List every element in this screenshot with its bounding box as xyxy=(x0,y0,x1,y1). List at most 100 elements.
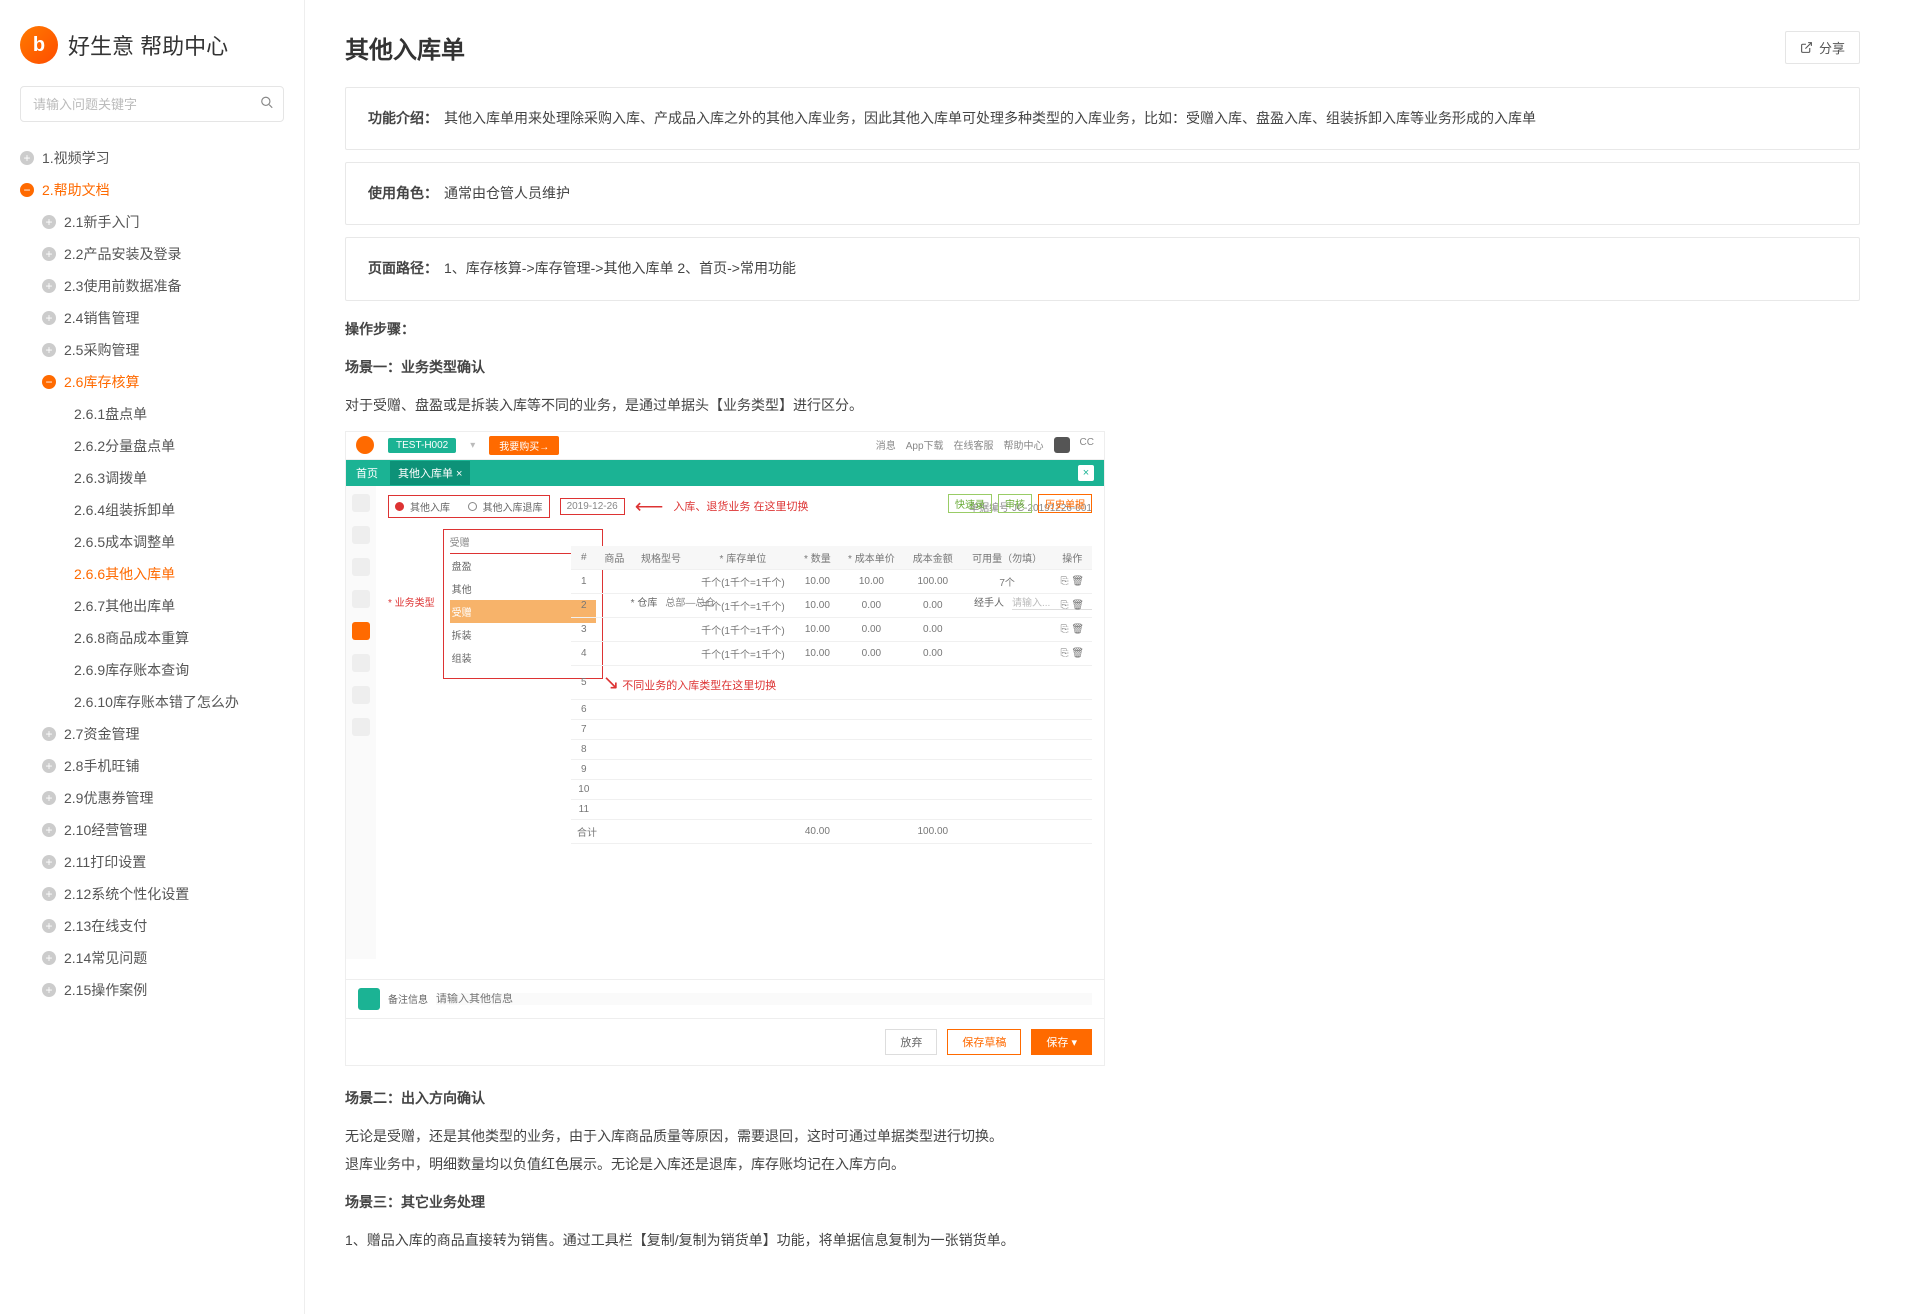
table-row: 3千个(1千个=1千个)10.000.000.00⎘ 🗑 xyxy=(571,617,1092,641)
annotation-2: 不同业务的入库类型在这里切换 xyxy=(622,680,776,692)
expand-icon xyxy=(42,983,56,997)
cancel-button: 放弃 xyxy=(885,1029,937,1055)
role-label: 使用角色： xyxy=(368,185,438,201)
nav-item-267[interactable]: 2.6.7其他出库单 xyxy=(20,590,284,622)
nav-item-212[interactable]: 2.12系统个性化设置 xyxy=(20,878,284,910)
rail-icon xyxy=(352,590,370,608)
expand-icon xyxy=(42,855,56,869)
shot-rail xyxy=(346,486,376,959)
nav-item-28[interactable]: 2.8手机旺铺 xyxy=(20,750,284,782)
env-badge: TEST-H002 xyxy=(388,438,456,453)
right-badges: 快速录 审核 历史单据 xyxy=(948,494,1092,513)
footer-buttons: 放弃 保存草稿 保存 ▾ xyxy=(346,1018,1104,1065)
nav-item-262[interactable]: 2.6.2分量盘点单 xyxy=(20,430,284,462)
table-row: 1千个(1千个=1千个)10.0010.00100.007个⎘ 🗑 xyxy=(571,569,1092,593)
path-label: 页面路径： xyxy=(368,260,438,276)
scene1-text: 对于受赠、盘盈或是拆装入库等不同的业务，是通过单据头【业务类型】进行区分。 xyxy=(345,391,1860,419)
table-row: 5↘ 不同业务的入库类型在这里切换 xyxy=(571,665,1092,699)
rail-icon xyxy=(352,526,370,544)
memo-row: 备注信息 xyxy=(346,979,1104,1018)
expand-icon xyxy=(42,311,56,325)
nav-tree: 1.视频学习 2.帮助文档 2.1新手入门 2.2产品安装及登录 2.3使用前数… xyxy=(20,142,284,1006)
table-sum-row: 合计40.00100.00 xyxy=(571,819,1092,843)
save-button: 保存 ▾ xyxy=(1031,1029,1092,1055)
nav-item-263[interactable]: 2.6.3调拨单 xyxy=(20,462,284,494)
nav-item-22[interactable]: 2.2产品安装及登录 xyxy=(20,238,284,270)
shot-tabs: 首页 其他入库单 × × xyxy=(346,460,1104,486)
nav-item-27[interactable]: 2.7资金管理 xyxy=(20,718,284,750)
nav-item-210[interactable]: 2.10经营管理 xyxy=(20,814,284,846)
nav-item-264[interactable]: 2.6.4组装拆卸单 xyxy=(20,494,284,526)
nav-item-23[interactable]: 2.3使用前数据准备 xyxy=(20,270,284,302)
table-row: 2千个(1千个=1千个)10.000.000.00⎘ 🗑 xyxy=(571,593,1092,617)
top-link: App下载 xyxy=(906,437,944,453)
brand-row: b 好生意 帮助中心 xyxy=(20,26,284,64)
nav-item-214[interactable]: 2.14常见问题 xyxy=(20,942,284,974)
expand-icon xyxy=(42,791,56,805)
nav-item-268[interactable]: 2.6.8商品成本重算 xyxy=(20,622,284,654)
badge: 历史单据 xyxy=(1038,494,1092,513)
rail-icon-active xyxy=(352,622,370,640)
th: 规格型号 xyxy=(632,546,690,570)
share-button[interactable]: 分享 xyxy=(1785,31,1860,64)
nav-item-215[interactable]: 2.15操作案例 xyxy=(20,974,284,1006)
app-screenshot: TEST-H002 ▾ 我要购买→ 消息 App下载 在线客服 帮助中心 CC … xyxy=(345,431,1105,1066)
nav-item-265[interactable]: 2.6.5成本调整单 xyxy=(20,526,284,558)
table-row: 10 xyxy=(571,779,1092,799)
nav-item-261[interactable]: 2.6.1盘点单 xyxy=(20,398,284,430)
table-row: 8 xyxy=(571,739,1092,759)
nav-item-29[interactable]: 2.9优惠券管理 xyxy=(20,782,284,814)
table-row: 11 xyxy=(571,799,1092,819)
detail-table: # 商品 规格型号 * 库存单位 * 数量 * 成本单价 成本金额 可用量（勿填… xyxy=(571,546,1092,844)
scene2-title: 场景二：出入方向确认 xyxy=(345,1084,1860,1112)
badge: 快速录 xyxy=(948,494,992,513)
nav-item-25[interactable]: 2.5采购管理 xyxy=(20,334,284,366)
top-link: 消息 xyxy=(876,437,896,453)
rail-icon xyxy=(352,494,370,512)
th: * 数量 xyxy=(796,546,839,570)
tab-current: 其他入库单 × xyxy=(390,461,470,485)
page-title: 其他入库单 xyxy=(345,30,465,65)
th: 可用量（勿填） xyxy=(962,546,1053,570)
table-row: 9 xyxy=(571,759,1092,779)
search-icon[interactable] xyxy=(260,96,274,113)
th: 操作 xyxy=(1053,546,1092,570)
doc-type-radio-group: 其他入库 其他入库退库 xyxy=(388,495,550,518)
shot-body: 快速录 审核 历史单据 其他入库 其他入库退库 2019-12-26 ⟵ 入库、 xyxy=(346,486,1104,959)
tab-home: 首页 xyxy=(356,465,378,481)
logo-icon: b xyxy=(20,26,58,64)
draft-button: 保存草稿 xyxy=(947,1029,1021,1055)
nav-item-2610[interactable]: 2.6.10库存账本错了怎么办 xyxy=(20,686,284,718)
nav-item-docs[interactable]: 2.帮助文档 xyxy=(20,174,284,206)
radio-icon xyxy=(468,502,477,511)
scene3-title: 场景三：其它业务处理 xyxy=(345,1188,1860,1216)
path-text: 1、库存核算->库存管理->其他入库单 2、首页->常用功能 xyxy=(444,260,796,276)
expand-icon xyxy=(42,343,56,357)
nav-item-213[interactable]: 2.13在线支付 xyxy=(20,910,284,942)
th: # xyxy=(571,546,597,570)
nav-item-video[interactable]: 1.视频学习 xyxy=(20,142,284,174)
expand-icon xyxy=(42,215,56,229)
search-input[interactable] xyxy=(20,86,284,122)
nav-item-26[interactable]: 2.6库存核算 xyxy=(20,366,284,398)
main-content: 其他入库单 分享 功能介绍：其他入库单用来处理除采购入库、产成品入库之外的其他入… xyxy=(305,0,1920,1314)
shot-content: 快速录 审核 历史单据 其他入库 其他入库退库 2019-12-26 ⟵ 入库、 xyxy=(376,486,1104,959)
expand-icon xyxy=(42,759,56,773)
expand-icon xyxy=(20,151,34,165)
collapse-icon xyxy=(42,375,56,389)
app-logo-icon xyxy=(356,436,374,454)
nav-item-211[interactable]: 2.11打印设置 xyxy=(20,846,284,878)
rail-icon xyxy=(352,686,370,704)
expand-icon xyxy=(42,727,56,741)
close-icon: × xyxy=(1078,465,1094,481)
expand-icon xyxy=(42,887,56,901)
th: 商品 xyxy=(597,546,633,570)
title-bar: 其他入库单 分享 xyxy=(345,30,1860,65)
share-icon xyxy=(1800,41,1813,54)
avatar-icon xyxy=(1054,437,1070,453)
nav-item-266[interactable]: 2.6.6其他入库单 xyxy=(20,558,284,590)
badge: 审核 xyxy=(998,494,1032,513)
nav-item-21[interactable]: 2.1新手入门 xyxy=(20,206,284,238)
nav-item-24[interactable]: 2.4销售管理 xyxy=(20,302,284,334)
nav-item-269[interactable]: 2.6.9库存账本查询 xyxy=(20,654,284,686)
